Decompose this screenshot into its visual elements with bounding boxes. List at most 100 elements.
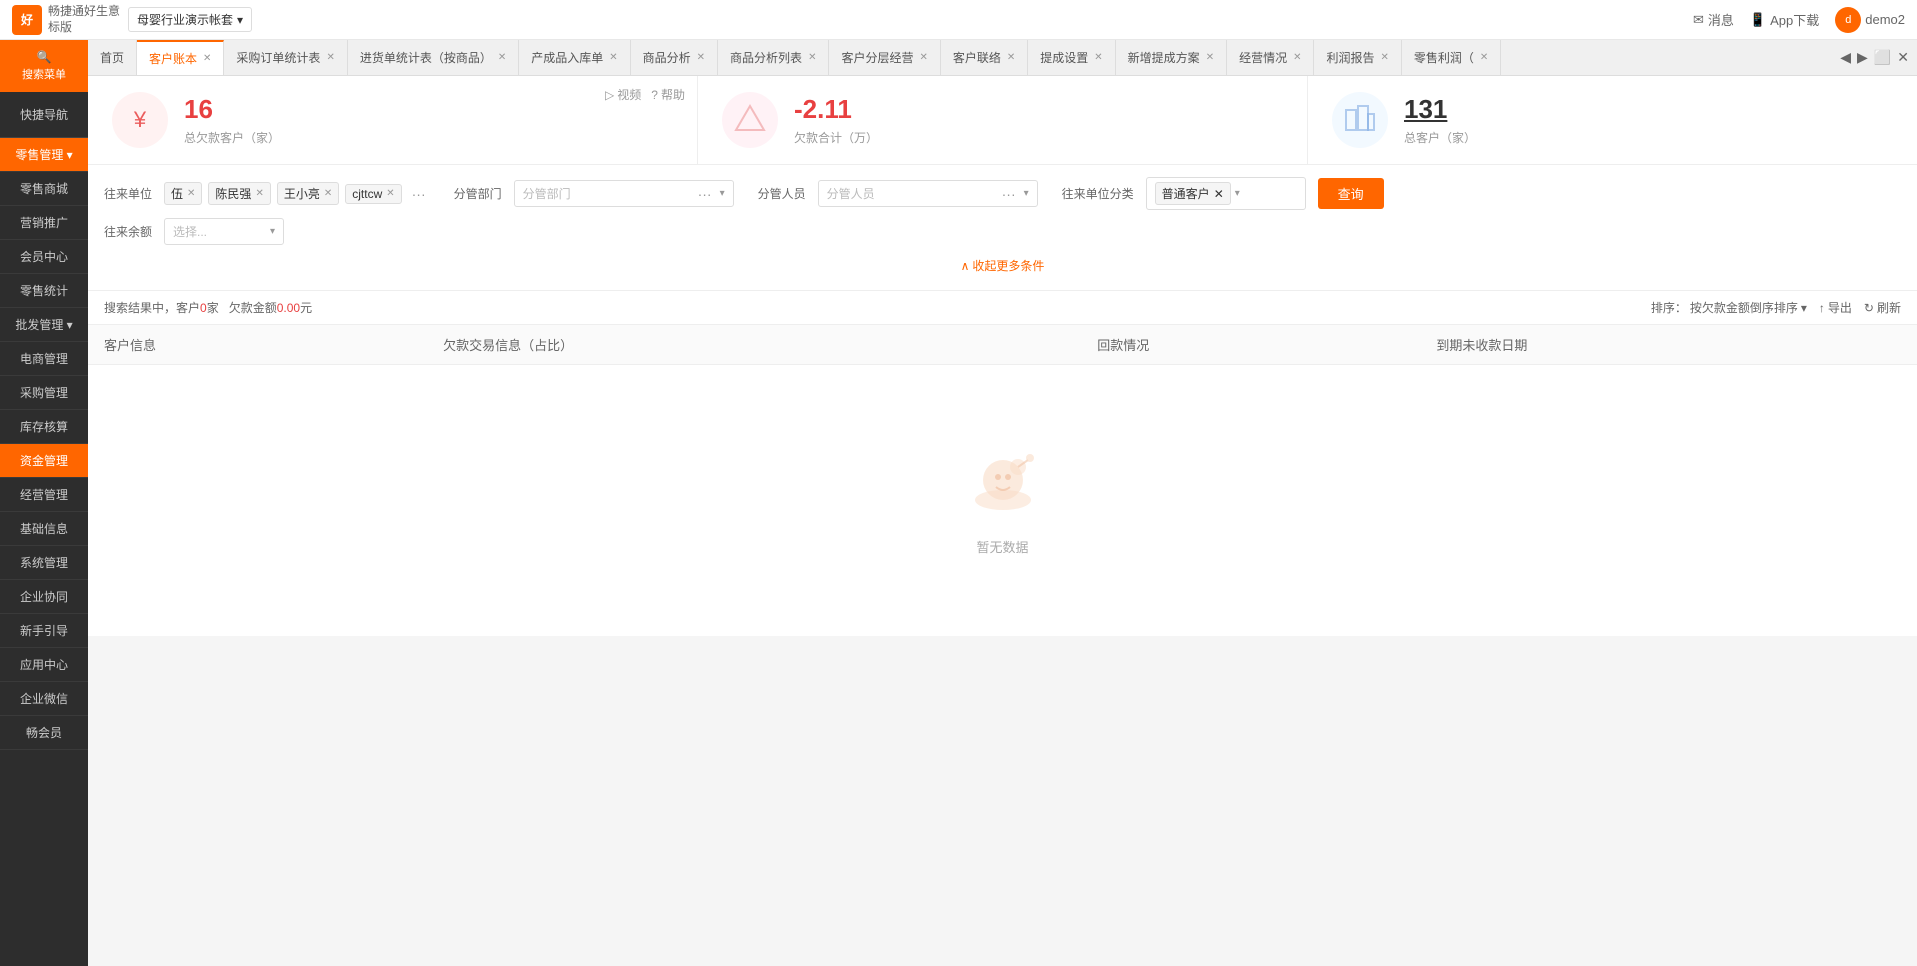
sidebar-item-enterprise-wx[interactable]: 企业微信 [0,682,88,716]
user-menu[interactable]: d demo2 [1835,7,1905,33]
sidebar-item-basic[interactable]: 基础信息 [0,512,88,546]
refresh-button[interactable]: ↻ 刷新 [1864,299,1901,316]
page-content: ¥ 16 总欠款客户（家） ▷ 视频 ? 帮助 [88,76,1917,966]
tab-close-retail-profit[interactable]: ✕ [1480,52,1488,63]
tab-customer-contact[interactable]: 客户联络 ✕ [941,40,1028,76]
top-bar: 好 畅捷通好生意 标版 母婴行业演示帐套 ▾ ✉ 消息 📱 App下载 d de… [0,0,1917,40]
tab-scroll-left[interactable]: ◀ [1840,49,1851,66]
tab-goods-analysis-list[interactable]: 商品分析列表 ✕ [718,40,829,76]
remove-classification-normal[interactable]: ✕ [1214,187,1224,201]
sort-select[interactable]: 排序： 按欠款金额倒序排序 ▾ [1651,299,1807,316]
filter-row-unit: 往来单位 伍 ✕ 陈民强 ✕ 王小亮 ✕ [104,177,1901,210]
table-header-row: 客户信息 欠款交易信息（占比） 回款情况 到期未收款日期 [88,325,1917,365]
dept-dots[interactable]: ··· [694,186,716,202]
tab-close-goods[interactable]: ✕ [697,52,705,63]
query-button[interactable]: 查询 [1318,178,1384,209]
tab-close-contact[interactable]: ✕ [1007,52,1015,63]
tab-close-business[interactable]: ✕ [1293,52,1301,63]
filter-dept-select[interactable]: 分管部门 ··· ▾ [514,180,734,207]
tab-raise-settings[interactable]: 提成设置 ✕ [1028,40,1115,76]
sidebar: 🔍 搜索菜单 快捷导航 零售管理 ▾ 零售商城 营销推广 会员中心 零售统计 批… [0,40,88,966]
filter-person-select[interactable]: 分管人员 ··· ▾ [818,180,1038,207]
sidebar-item-wholesale[interactable]: 批发管理 ▾ [0,308,88,342]
sidebar-item-finance[interactable]: 资金管理 [0,444,88,478]
sidebar-item-enterprise-coop[interactable]: 企业协同 [0,580,88,614]
filter-classification-select[interactable]: 普通客户 ✕ ▾ [1146,177,1306,210]
tab-close-inbound[interactable]: ✕ [498,52,506,63]
sidebar-item-member2[interactable]: 畅会员 [0,716,88,750]
stat-info-amount: -2.11 欠款合计（万） [794,94,878,146]
table-header: 客户信息 欠款交易信息（占比） 回款情况 到期未收款日期 [88,325,1917,365]
tab-close-new-raise[interactable]: ✕ [1206,52,1214,63]
tab-home[interactable]: 首页 [88,40,137,76]
result-info: 搜索结果中，客户0家 欠款金额0.00元 [104,299,312,316]
tab-close-profit[interactable]: ✕ [1381,52,1389,63]
tab-customer-tiered[interactable]: 客户分层经营 ✕ [829,40,940,76]
tab-close-customer-balance[interactable]: ✕ [203,53,211,64]
tab-inbound-stat[interactable]: 进货单统计表（按商品） ✕ [348,40,519,76]
tab-close-raise[interactable]: ✕ [1094,52,1102,63]
sidebar-item-inventory[interactable]: 库存核算 [0,410,88,444]
logo-icon: 好 [12,5,42,35]
tab-production-inbound[interactable]: 产成品入库单 ✕ [519,40,630,76]
remove-tag-cjttcw[interactable]: ✕ [386,188,394,199]
sidebar-item-member[interactable]: 会员中心 [0,240,88,274]
sidebar-item-app-center[interactable]: 应用中心 [0,648,88,682]
video-help: ▷ 视频 ? 帮助 [605,86,685,103]
app-download-button[interactable]: 📱 App下载 [1750,10,1819,29]
tab-close-all[interactable]: ✕ [1897,49,1909,66]
col-customer-info: 客户信息 [88,325,427,365]
filter-more-tags[interactable]: ··· [408,186,430,202]
stat-label-customers: 总欠款客户（家） [184,129,280,146]
stat-label-total: 总客户（家） [1404,129,1476,146]
stat-value-customers: 16 [184,94,280,125]
messages-button[interactable]: ✉ 消息 [1693,10,1734,29]
empty-text: 暂无数据 [976,537,1028,556]
sidebar-item-marketing[interactable]: 营销推广 [0,206,88,240]
person-dots[interactable]: ··· [998,186,1020,202]
empty-state: 暂无数据 [88,365,1917,636]
remove-tag-wu[interactable]: ✕ [187,188,195,199]
tab-close-production[interactable]: ✕ [609,52,617,63]
search-menu-button[interactable]: 🔍 搜索菜单 [0,40,88,92]
export-button[interactable]: ↑ 导出 [1819,299,1852,316]
sort-chevron-icon: ▾ [1801,301,1807,315]
sidebar-item-retail-mall[interactable]: 零售商城 [0,172,88,206]
tab-scroll-right[interactable]: ▶ [1857,49,1868,66]
stat-info-total: 131 总客户（家） [1404,94,1476,146]
logo-text: 畅捷通好生意 标版 [48,4,120,35]
org-selector[interactable]: 母婴行业演示帐套 ▾ [128,7,252,32]
sidebar-item-quick-nav[interactable]: 快捷导航 [0,98,88,131]
tab-customer-balance[interactable]: 客户账本 ✕ [137,40,224,76]
sidebar-item-retail-stat[interactable]: 零售统计 [0,274,88,308]
tab-bar: 首页 客户账本 ✕ 采购订单统计表 ✕ 进货单统计表（按商品） ✕ 产成品入库单… [88,40,1917,76]
stat-icon-customers: ¥ [112,92,168,148]
tab-close-purchase[interactable]: ✕ [326,52,334,63]
tab-business-status[interactable]: 经营情况 ✕ [1227,40,1314,76]
sidebar-item-ecommerce[interactable]: 电商管理 [0,342,88,376]
sidebar-item-newcomer[interactable]: 新手引导 [0,614,88,648]
tab-retail-profit[interactable]: 零售利润（ ✕ [1402,40,1501,76]
filter-tag-cjttcw: cjttcw ✕ [345,184,401,204]
tab-purchase-order-stat[interactable]: 采购订单统计表 ✕ [224,40,347,76]
remove-tag-wang[interactable]: ✕ [324,188,332,199]
tab-new-raise-plan[interactable]: 新增提成方案 ✕ [1116,40,1227,76]
remove-tag-chen[interactable]: ✕ [255,188,263,199]
video-link[interactable]: ▷ 视频 [605,86,641,103]
filter-balance-select[interactable]: 选择... ▾ [164,218,284,245]
data-table: 客户信息 欠款交易信息（占比） 回款情况 到期未收款日期 [88,325,1917,636]
tab-close-tiered[interactable]: ✕ [919,52,927,63]
sidebar-item-system[interactable]: 系统管理 [0,546,88,580]
tab-goods-analysis[interactable]: 商品分析 ✕ [631,40,718,76]
sidebar-item-purchase[interactable]: 采购管理 [0,376,88,410]
filter-balance-label: 往来余额 [104,223,152,240]
tab-close-goods-list[interactable]: ✕ [808,52,816,63]
sidebar-item-retail[interactable]: 零售管理 ▾ [0,138,88,172]
sidebar-item-operations[interactable]: 经营管理 [0,478,88,512]
filter-person-label: 分管人员 [758,185,806,202]
collapse-button[interactable]: ∧ 收起更多条件 [961,257,1045,274]
tab-maximize[interactable]: ⬜ [1874,49,1891,66]
tab-profit-report[interactable]: 利润报告 ✕ [1314,40,1401,76]
help-link[interactable]: ? 帮助 [651,86,685,103]
filter-row-balance: 往来余额 选择... ▾ [104,218,1901,245]
